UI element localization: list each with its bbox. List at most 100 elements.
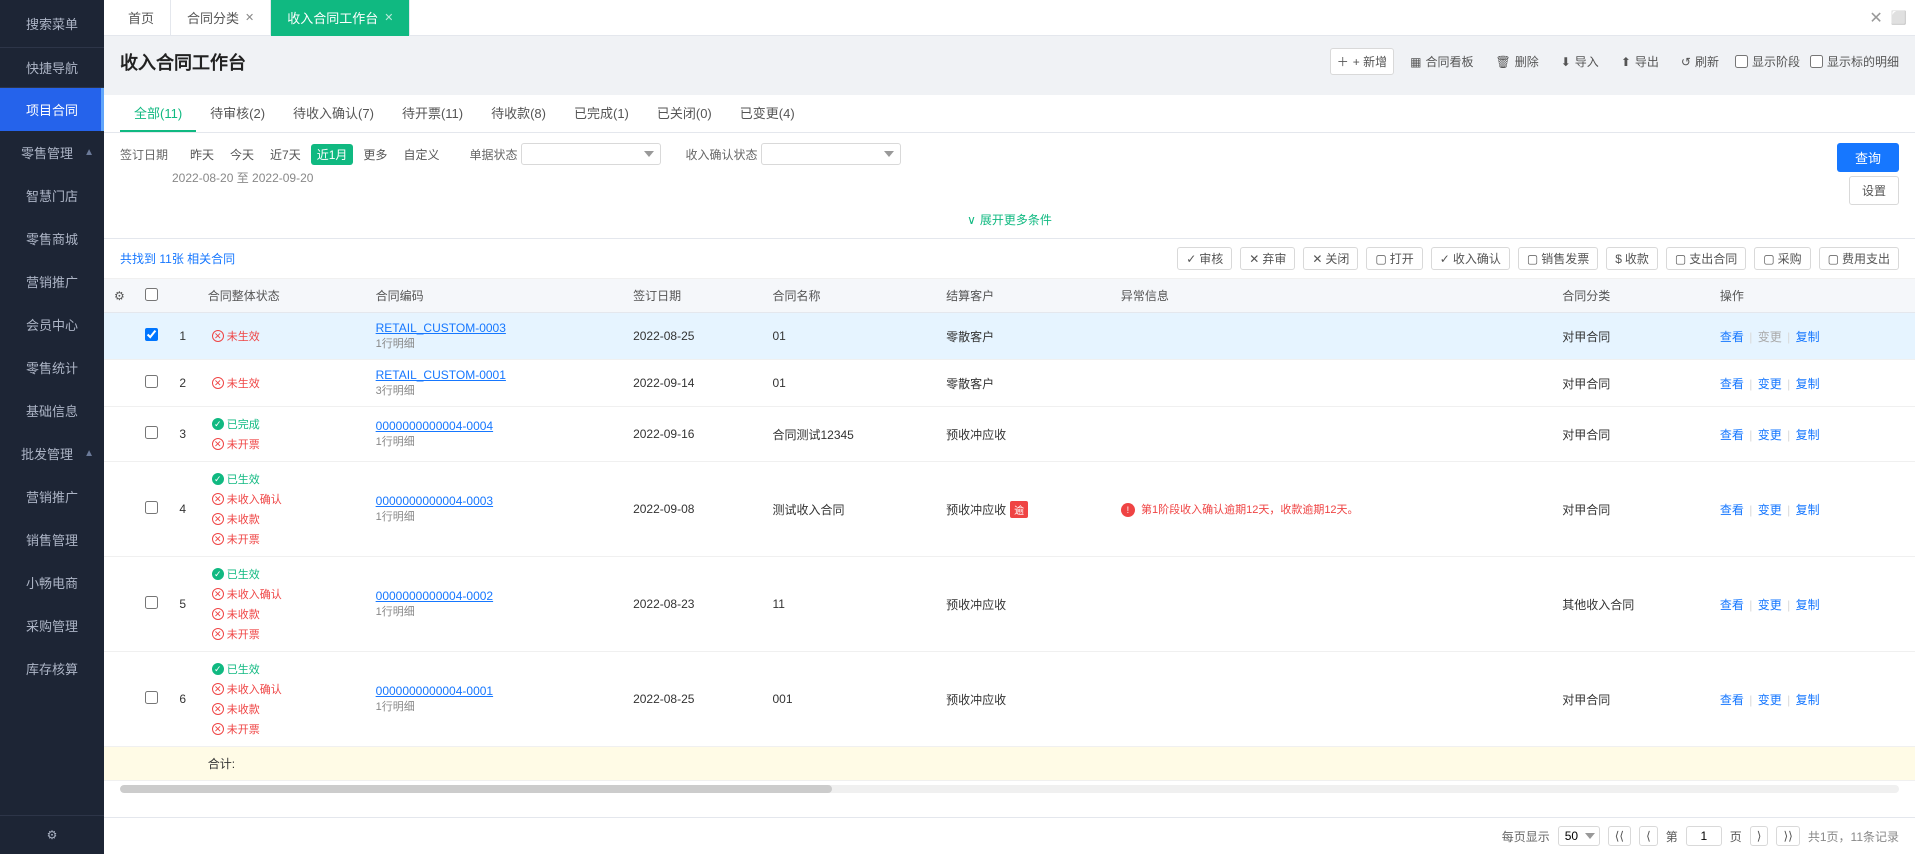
copy-link[interactable]: 复制	[1796, 377, 1820, 391]
sidebar-item-retail[interactable]: 零售管理 ▲	[0, 131, 104, 174]
sidebar-settings[interactable]: ⚙	[0, 815, 104, 854]
sidebar-item-smart[interactable]: 智慧门店	[0, 174, 104, 217]
show-segment-input[interactable]	[1735, 55, 1748, 68]
row-5-checkbox[interactable]	[145, 596, 158, 609]
view-link[interactable]: 查看	[1720, 503, 1744, 517]
action-expense[interactable]: ▢ 费用支出	[1819, 247, 1899, 270]
first-page-btn[interactable]: ⟨⟨	[1608, 826, 1631, 846]
change-link[interactable]: 变更	[1758, 428, 1782, 442]
contract-code-link[interactable]: 0000000000004-0002	[376, 589, 493, 603]
filter-today[interactable]: 今天	[224, 144, 260, 165]
status-tab-pending-review[interactable]: 待审核(2)	[196, 95, 279, 132]
show-segment-checkbox[interactable]: 显示阶段	[1735, 53, 1800, 70]
page-number-input[interactable]	[1686, 826, 1722, 846]
view-link[interactable]: 查看	[1720, 330, 1744, 344]
sidebar-item-sales[interactable]: 销售管理	[0, 518, 104, 561]
change-link[interactable]: 变更	[1758, 598, 1782, 612]
change-link[interactable]: 变更	[1758, 377, 1782, 391]
select-all-checkbox[interactable]	[145, 288, 158, 301]
income-confirm-select[interactable]	[761, 143, 901, 165]
filter-custom[interactable]: 自定义	[397, 144, 445, 165]
tab-home[interactable]: 首页	[112, 0, 171, 36]
action-sub-contract[interactable]: ▢ 支出合同	[1666, 247, 1746, 270]
contract-code-link[interactable]: 0000000000004-0001	[376, 684, 493, 698]
sidebar-item-marketing[interactable]: 营销推广	[0, 260, 104, 303]
sidebar-item-member[interactable]: 会员中心	[0, 303, 104, 346]
filter-yesterday[interactable]: 昨天	[184, 144, 220, 165]
contract-code-link[interactable]: RETAIL_CUSTOM-0003	[376, 321, 506, 335]
sidebar-item-wholesale[interactable]: 批发管理 ▲	[0, 432, 104, 475]
contract-code-link[interactable]: RETAIL_CUSTOM-0001	[376, 368, 506, 382]
sidebar-item-purchase[interactable]: 采购管理	[0, 604, 104, 647]
copy-link[interactable]: 复制	[1796, 598, 1820, 612]
sidebar-quick-nav[interactable]: 快捷导航	[0, 48, 104, 88]
action-purchase[interactable]: ▢ 采购	[1754, 247, 1810, 270]
kanban-button[interactable]: ▦ 合同看板	[1404, 49, 1479, 74]
filter-last1month[interactable]: 近1月	[311, 144, 354, 165]
view-link[interactable]: 查看	[1720, 598, 1744, 612]
status-tab-all[interactable]: 全部(11)	[120, 95, 196, 132]
tab-contract-category[interactable]: 合同分类 ✕	[171, 0, 271, 36]
action-print[interactable]: ▢ 打开	[1366, 247, 1422, 270]
change-link[interactable]: 变更	[1758, 693, 1782, 707]
refresh-button[interactable]: ↺ 刷新	[1675, 49, 1725, 74]
show-detail-checkbox[interactable]: 显示标的明细	[1810, 53, 1899, 70]
view-link[interactable]: 查看	[1720, 377, 1744, 391]
maximize-btn[interactable]: ⬜	[1891, 10, 1907, 26]
contract-code-link[interactable]: 0000000000004-0004	[376, 419, 493, 433]
sidebar-item-mktg[interactable]: 营销推广	[0, 475, 104, 518]
close-tab-income-workbench[interactable]: ✕	[384, 11, 393, 24]
scrollbar-thumb[interactable]	[120, 785, 832, 793]
status-tab-closed[interactable]: 已关闭(0)	[643, 95, 726, 132]
close-window-btn[interactable]: ✕	[1869, 8, 1882, 28]
doc-status-select[interactable]	[521, 143, 661, 165]
sidebar-item-inventory[interactable]: 库存核算	[0, 647, 104, 690]
sidebar-item-basic[interactable]: 基础信息	[0, 389, 104, 432]
row-4-checkbox[interactable]	[145, 501, 158, 514]
tab-income-workbench[interactable]: 收入合同工作台 ✕	[271, 0, 410, 36]
filter-last7[interactable]: 近7天	[264, 144, 307, 165]
row-1-checkbox[interactable]	[145, 328, 158, 341]
filter-more[interactable]: 更多	[357, 144, 393, 165]
row-3-checkbox[interactable]	[145, 426, 158, 439]
status-tab-completed[interactable]: 已完成(1)	[560, 95, 643, 132]
status-tab-pending-collection[interactable]: 待收款(8)	[477, 95, 560, 132]
copy-link[interactable]: 复制	[1796, 693, 1820, 707]
new-button[interactable]: ＋ + 新增	[1330, 48, 1394, 75]
status-tab-pending-invoice[interactable]: 待开票(11)	[388, 95, 477, 132]
status-tab-pending-income[interactable]: 待收入确认(7)	[279, 95, 388, 132]
action-sales-invoice[interactable]: ▢ 销售发票	[1518, 247, 1598, 270]
status-tab-changed[interactable]: 已变更(4)	[726, 95, 809, 132]
contract-code-link[interactable]: 0000000000004-0003	[376, 494, 493, 508]
sidebar-search[interactable]: 搜索菜单	[0, 0, 104, 48]
action-review[interactable]: ✓ 审核	[1177, 247, 1232, 270]
copy-link[interactable]: 复制	[1796, 428, 1820, 442]
query-button[interactable]: 查询	[1837, 143, 1899, 172]
last-page-btn[interactable]: ⟩⟩	[1776, 826, 1799, 846]
row-2-checkbox[interactable]	[145, 375, 158, 388]
set-button[interactable]: 设置	[1849, 176, 1899, 205]
action-income-confirm[interactable]: ✓ 收入确认	[1431, 247, 1510, 270]
export-button[interactable]: ⬆ 导出	[1615, 49, 1665, 74]
view-link[interactable]: 查看	[1720, 428, 1744, 442]
col-settings[interactable]: ⚙	[104, 279, 135, 313]
change-link[interactable]: 变更	[1758, 503, 1782, 517]
sidebar-item-xiaochangec[interactable]: 小畅电商	[0, 561, 104, 604]
view-link[interactable]: 查看	[1720, 693, 1744, 707]
next-page-btn[interactable]: ⟩	[1750, 826, 1769, 846]
prev-page-btn[interactable]: ⟨	[1639, 826, 1658, 846]
sidebar-item-project[interactable]: 项目合同	[0, 88, 104, 131]
action-close[interactable]: ✕ 关闭	[1303, 247, 1358, 270]
copy-link[interactable]: 复制	[1796, 330, 1820, 344]
sidebar-item-stats[interactable]: 零售统计	[0, 346, 104, 389]
per-page-select[interactable]: 50	[1558, 826, 1600, 846]
action-collection[interactable]: $ 收款	[1606, 247, 1658, 270]
delete-button[interactable]: 🗑 删除	[1489, 49, 1544, 74]
action-abandon[interactable]: ✕ 弃审	[1240, 247, 1295, 270]
show-detail-input[interactable]	[1810, 55, 1823, 68]
import-button[interactable]: ⬇ 导入	[1555, 49, 1605, 74]
change-link[interactable]: 变更	[1758, 330, 1782, 344]
expand-filter[interactable]: ∨ 展开更多条件	[967, 211, 1052, 228]
row-6-checkbox[interactable]	[145, 691, 158, 704]
close-tab-contract-category[interactable]: ✕	[245, 11, 254, 24]
